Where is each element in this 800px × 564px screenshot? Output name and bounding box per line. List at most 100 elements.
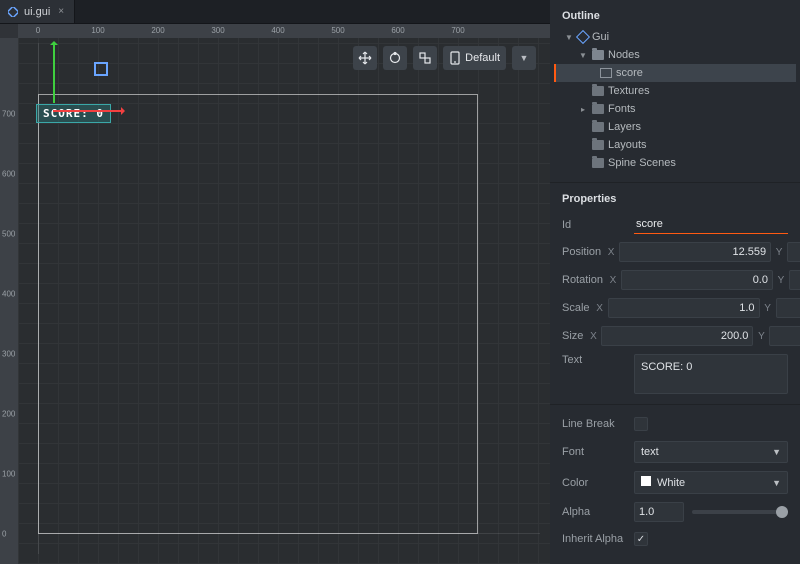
prop-row-id: Id <box>550 211 800 238</box>
ruler-tick: 200 <box>151 26 164 35</box>
tree-row-folder[interactable]: Layers <box>554 118 796 136</box>
prop-row-linebreak: Line Break <box>550 411 800 437</box>
ruler-tick: 400 <box>271 26 284 35</box>
tree-row-folder[interactable]: Textures <box>554 82 796 100</box>
prop-row-size: Size X Y Z <box>550 322 800 350</box>
scale-tool-button[interactable] <box>413 46 437 70</box>
view-mode-dropdown[interactable]: ▼ <box>512 46 536 70</box>
ruler-tick: 700 <box>2 110 15 119</box>
tree-row-score[interactable]: score <box>554 64 796 82</box>
text-node-icon <box>600 68 612 78</box>
text-input[interactable]: SCORE: 0 <box>634 354 788 394</box>
device-icon <box>449 51 461 65</box>
right-panels: Outline ▼ Gui ▼ Nodes score Textures▸Fon… <box>550 0 800 564</box>
prop-label: Font <box>562 446 628 458</box>
file-tab[interactable]: ui.gui × <box>0 0 75 23</box>
gui-file-icon <box>8 7 18 17</box>
id-input[interactable] <box>634 215 788 234</box>
view-mode-label: Default <box>465 52 500 64</box>
folder-icon <box>592 158 604 168</box>
prop-label: Color <box>562 477 628 489</box>
tree-label: score <box>616 67 643 79</box>
score-node[interactable]: SCORE: 0 <box>36 104 111 123</box>
grid-axis-x <box>38 533 540 534</box>
disclosure-icon[interactable]: ▸ <box>578 105 588 114</box>
ruler-tick: 500 <box>2 230 15 239</box>
prop-label: Alpha <box>562 506 628 518</box>
folder-icon <box>592 122 604 132</box>
inherit-alpha-checkbox[interactable]: ✓ <box>634 532 648 546</box>
prop-label: Size <box>562 330 583 342</box>
tree-label: Layers <box>608 121 641 133</box>
chevron-down-icon: ▼ <box>520 53 529 63</box>
prop-row-color: Color White ▼ <box>550 467 800 498</box>
prop-label: Rotation <box>562 274 603 286</box>
position-x-input[interactable] <box>619 242 771 262</box>
disclosure-icon[interactable]: ▼ <box>564 33 574 42</box>
tree-label: Layouts <box>608 139 647 151</box>
properties-title: Properties <box>550 183 800 211</box>
color-value: White <box>657 477 685 489</box>
ruler-tick: 200 <box>2 410 15 419</box>
prop-row-inherit-alpha: Inherit Alpha ✓ <box>550 526 800 552</box>
outline-tree[interactable]: ▼ Gui ▼ Nodes score Textures ▸ Fonts Layers… <box>554 28 796 172</box>
alpha-slider[interactable] <box>692 510 788 514</box>
viewport-marker <box>94 62 108 76</box>
scale-x-input[interactable] <box>608 298 760 318</box>
outline-panel: ▼ Gui ▼ Nodes score Textures ▸ Fonts Layers… <box>550 28 800 182</box>
tree-label: Spine Scenes <box>608 157 676 169</box>
axis-label-y: Y <box>777 275 785 286</box>
font-select[interactable]: text ▼ <box>634 441 788 463</box>
gizmo-y-axis[interactable] <box>53 43 55 103</box>
disclosure-icon[interactable]: ▼ <box>578 51 588 60</box>
tree-row-nodes[interactable]: ▼ Nodes <box>554 46 796 64</box>
axis-label-x: X <box>607 247 615 258</box>
tree-row-folder[interactable]: ▸ Fonts <box>554 100 796 118</box>
properties-panel: Properties Id Position X Y Z Rotation X … <box>550 182 800 564</box>
size-y-input[interactable] <box>769 326 800 346</box>
ruler-tick: 0 <box>2 530 6 539</box>
move-tool-button[interactable] <box>353 46 377 70</box>
alpha-input[interactable] <box>634 502 684 522</box>
axis-label-x: X <box>609 275 617 286</box>
prop-label: Position <box>562 246 601 258</box>
ruler-tick: 100 <box>2 470 15 479</box>
ruler-tick: 300 <box>211 26 224 35</box>
tree-label: Fonts <box>608 103 636 115</box>
ruler-tick: 600 <box>391 26 404 35</box>
editor-pane: ui.gui × 0 100 200 300 400 500 600 700 0 100 200 3… <box>0 0 550 564</box>
prop-row-font: Font text ▼ <box>550 437 800 467</box>
rotate-tool-button[interactable] <box>383 46 407 70</box>
axis-label-x: X <box>589 331 597 342</box>
ruler-tick: 100 <box>91 26 104 35</box>
ruler-vertical: 0100200300400500600700 <box>0 38 18 564</box>
rotation-y-input[interactable] <box>789 270 800 290</box>
slider-knob[interactable] <box>776 506 788 518</box>
folder-icon <box>592 50 604 60</box>
font-value: text <box>641 446 659 458</box>
tree-row-gui[interactable]: ▼ Gui <box>554 28 796 46</box>
tree-row-folder[interactable]: Layouts <box>554 136 796 154</box>
tree-label: Textures <box>608 85 650 97</box>
prop-row-rotation: Rotation X Y Z <box>550 266 800 294</box>
prop-label: Scale <box>562 302 590 314</box>
stage[interactable]: SCORE: 0 <box>18 38 550 564</box>
ruler-tick: 300 <box>2 350 15 359</box>
prop-row-position: Position X Y Z <box>550 238 800 266</box>
linebreak-checkbox[interactable] <box>634 417 648 431</box>
scale-y-input[interactable] <box>776 298 800 318</box>
rotation-x-input[interactable] <box>621 270 773 290</box>
viewport-toolbar: Default ▼ <box>353 46 536 70</box>
view-mode-select[interactable]: Default <box>443 46 506 70</box>
ruler-tick: 0 <box>36 26 40 35</box>
size-x-input[interactable] <box>601 326 753 346</box>
tab-close-icon[interactable]: × <box>56 6 66 17</box>
axis-label-x: X <box>596 303 604 314</box>
tree-row-folder[interactable]: Spine Scenes <box>554 154 796 172</box>
color-select[interactable]: White ▼ <box>634 471 788 494</box>
position-y-input[interactable] <box>787 242 800 262</box>
gizmo-x-axis[interactable] <box>53 110 123 112</box>
prop-label: Line Break <box>562 418 628 430</box>
canvas[interactable]: 0100200300400500600700 01002003004005006… <box>0 24 550 564</box>
gui-icon <box>576 30 590 44</box>
